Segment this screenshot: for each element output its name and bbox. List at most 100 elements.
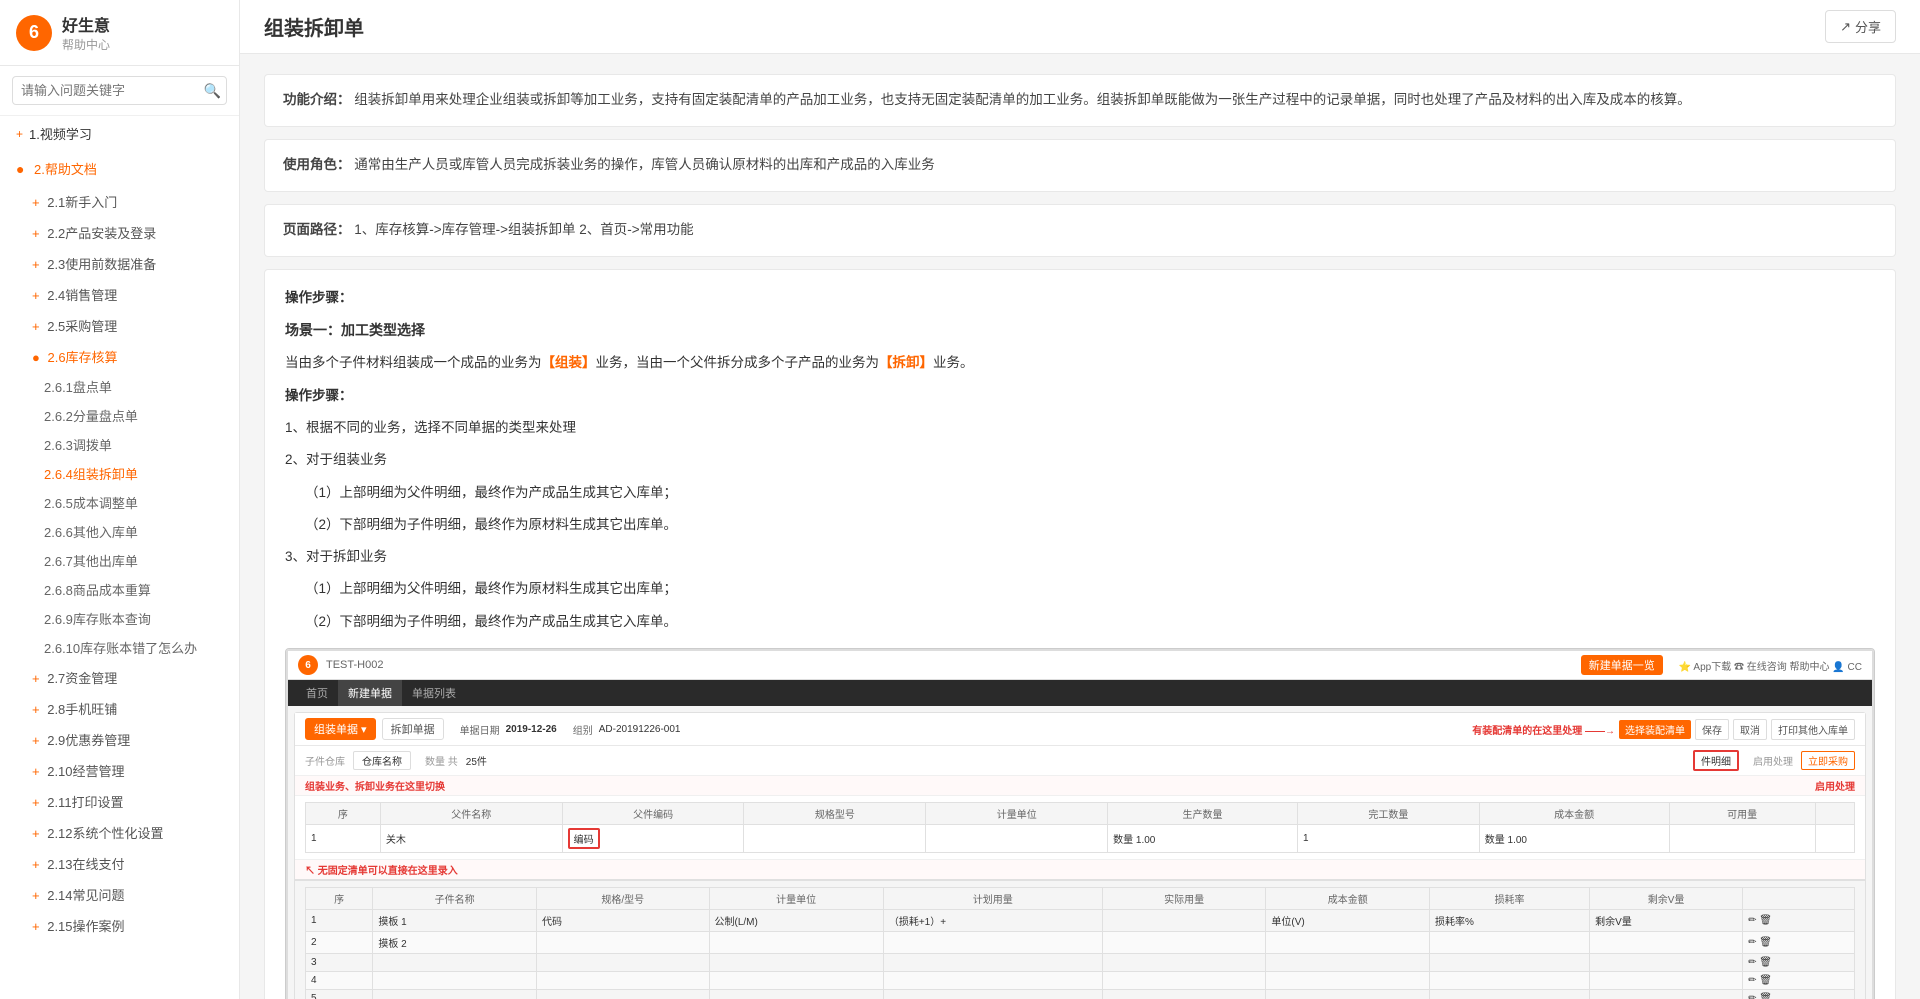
annotation3: 启用处理 [1815, 778, 1855, 793]
sidebar-item-faq[interactable]: + 2.14常见问题 [0, 879, 239, 910]
search-input[interactable] [12, 76, 227, 105]
app-topbar: 6 TEST-H002 新建单据一览 ⭐ App下载 ☎ 在线咨询 帮助中心 👤… [288, 651, 1872, 680]
intro-text: 组装拆卸单用来处理企业组装或拆卸等加工业务，支持有固定装配清单的产品加工业务，也… [354, 92, 1691, 107]
sidebar-item-batch-stocktake[interactable]: 2.6.2分量盘点单 [0, 401, 239, 430]
sidebar-item-other-out[interactable]: 2.6.7其他出库单 [0, 546, 239, 575]
sidebar-item-custom[interactable]: + 2.12系统个性化设置 [0, 817, 239, 848]
sidebar-item-newbie[interactable]: + 2.1新手入门 [0, 186, 239, 217]
nav-new-bill[interactable]: 新建单据 [338, 680, 402, 706]
col-seq2: 序 [306, 888, 373, 910]
assembly-filter-input[interactable]: 件明细 [1693, 750, 1739, 771]
sidebar-item-data-prep[interactable]: + 2.3使用前数据准备 [0, 248, 239, 279]
sidebar-item-inventory[interactable]: ● 2.6库存核算 [0, 341, 239, 372]
search-wrap: 🔍 [12, 76, 227, 105]
annotation2: 组装业务、拆卸业务在这里切换 启用处理 [295, 776, 1865, 796]
sidebar-item-cases[interactable]: + 2.15操作案例 [0, 910, 239, 941]
nav-home[interactable]: 首页 [296, 680, 338, 706]
sidebar-item-other-in[interactable]: 2.6.6其他入库单 [0, 517, 239, 546]
scene1-desc: 当由多个子件材料组装成一个成品的业务为【组装】业务，当由一个父件拆分成多个子产品… [285, 351, 1875, 375]
step3b: （2）下部明细为子件明细，最终作为产成品生成其它入库单。 [285, 610, 1875, 634]
sidebar-item-install[interactable]: + 2.2产品安装及登录 [0, 217, 239, 248]
table-row: 4✏ 🗑 [306, 972, 1855, 990]
plus-icon: + [32, 919, 40, 934]
col-prod-qty: 生产数量 [1108, 803, 1298, 825]
save-btn[interactable]: 保存 [1695, 719, 1729, 740]
nav-bill-list[interactable]: 单据列表 [402, 680, 466, 706]
bill-no-value: AD-20191226-001 [599, 724, 681, 735]
cell-unit [926, 825, 1108, 853]
col-plan-qty: 计划用量 [883, 888, 1102, 910]
step2a: （1）上部明细为父件明细，最终作为产成品生成其它入库单； [285, 481, 1875, 505]
help-center-label: 帮助中心 [62, 36, 110, 53]
annotation4: ↖ 无固定清单可以直接在这里录入 [295, 859, 1865, 879]
table-row: 2 摸板 2 ✏ 🗑 [306, 932, 1855, 954]
sidebar-inventory-children: 2.6.1盘点单 2.6.2分量盘点单 2.6.3调拨单 2.6.4组装拆卸单 … [0, 372, 239, 662]
path-block: 页面路径： 1、库存核算->库存管理->组装拆卸单 2、首页->常用功能 [264, 204, 1896, 257]
app-screenshot: 6 TEST-H002 新建单据一览 ⭐ App下载 ☎ 在线咨询 帮助中心 👤… [286, 649, 1874, 999]
type-btn2[interactable]: 拆卸单据 [382, 718, 444, 740]
col-remain: 剩余V量 [1590, 888, 1743, 910]
share-button[interactable]: ↗ 分享 [1825, 10, 1896, 43]
app-logo-small: 6 [298, 655, 318, 675]
sidebar-item-cost-adj[interactable]: 2.6.5成本调整单 [0, 488, 239, 517]
sidebar-item-docs[interactable]: ● 2.帮助文档 [0, 151, 239, 186]
sidebar-item-cost-recalc[interactable]: 2.6.8商品成本重算 [0, 575, 239, 604]
sidebar-item-coupon[interactable]: + 2.9优惠券管理 [0, 724, 239, 755]
sidebar-item-stock-error[interactable]: 2.6.10库存账本错了怎么办 [0, 633, 239, 662]
cell-avail [1669, 825, 1815, 853]
new-bill-btn[interactable]: 新建单据一览 [1581, 655, 1663, 675]
sidebar-item-assembly[interactable]: 2.6.4组装拆卸单 [0, 459, 239, 488]
sidebar-item-finance[interactable]: + 2.7资金管理 [0, 662, 239, 693]
cancel-btn[interactable]: 取消 [1733, 719, 1767, 740]
intro-block: 功能介绍： 组装拆卸单用来处理企业组装或拆卸等加工业务，支持有固定装配清单的产品… [264, 74, 1896, 127]
path-label: 页面路径： [283, 222, 351, 237]
assembly-type-btn[interactable]: 组装单据 ▾ [305, 718, 376, 740]
sidebar-item-mobile[interactable]: + 2.8手机旺铺 [0, 693, 239, 724]
annotation1-area: 有装配清单的在这里处理 ——→ 选择装配清单 保存 取消 打印其他入库单 [1472, 719, 1855, 740]
sidebar-item-payment[interactable]: + 2.13在线支付 [0, 848, 239, 879]
app-icons: ⭐ App下载 ☎ 在线咨询 帮助中心 👤 CC [1679, 658, 1862, 673]
child-table: 序 子件名称 规格/型号 计量单位 计划用量 实际用量 成本金额 损耗率 剩余V [305, 887, 1855, 999]
search-box: 🔍 [0, 66, 239, 116]
sidebar-item-stocktake[interactable]: 2.6.1盘点单 [0, 372, 239, 401]
plus-icon: + [32, 764, 40, 779]
collapse-icon: ● [16, 161, 28, 177]
col-child-spec: 规格/型号 [536, 888, 709, 910]
warehouse-label: 子件仓库 [305, 753, 345, 768]
plus-icon: + [32, 288, 40, 303]
sidebar-item-videos[interactable]: + 1.视频学习 [0, 116, 239, 151]
plus-icon: + [32, 319, 40, 334]
cell-seq: 1 [306, 825, 381, 853]
sidebar: 6 好生意 帮助中心 🔍 + 1.视频学习 ● 2.帮助文档 + 2.1新手入门 [0, 0, 240, 999]
col-cost: 成本金额 [1479, 803, 1669, 825]
col-parent-code: 父件编码 [562, 803, 744, 825]
plus-icon: + [32, 733, 40, 748]
sidebar-item-purchase[interactable]: + 2.5采购管理 [0, 310, 239, 341]
apply-btn[interactable]: 立即采购 [1801, 751, 1855, 770]
col-parent-name: 父件名称 [380, 803, 562, 825]
process-label: 启用处理 [1753, 753, 1793, 768]
sidebar-item-transfer[interactable]: 2.6.3调拨单 [0, 430, 239, 459]
col-seq: 序 [306, 803, 381, 825]
main-content: 组装拆卸单 ↗ 分享 功能介绍： 组装拆卸单用来处理企业组装或拆卸等加工业务，支… [240, 0, 1920, 999]
sidebar-item-stock-ledger[interactable]: 2.6.9库存账本查询 [0, 604, 239, 633]
print-btn[interactable]: 打印其他入库单 [1771, 719, 1855, 740]
sidebar-item-label: 2.帮助文档 [34, 159, 97, 178]
col-unit: 计量单位 [926, 803, 1108, 825]
col-loss: 损耗率 [1430, 888, 1590, 910]
search-button[interactable]: 🔍 [204, 82, 221, 99]
sidebar-item-print[interactable]: + 2.11打印设置 [0, 786, 239, 817]
expand-icon: + [16, 127, 23, 141]
share-label: 分享 [1855, 17, 1881, 36]
plus-icon: + [32, 826, 40, 841]
sidebar-item-ops[interactable]: + 2.10经营管理 [0, 755, 239, 786]
warehouse-value: 仓库名称 [353, 751, 411, 770]
sidebar-item-sales[interactable]: + 2.4销售管理 [0, 279, 239, 310]
cell-code: 编码 [562, 825, 744, 853]
table-row: 1 摸板 1 代码 公制(L/M) （损耗+1）+ 单位(V) 损耗率% 剩余 [306, 910, 1855, 932]
plus-icon: + [32, 671, 40, 686]
select-bom-btn[interactable]: 选择装配清单 [1619, 720, 1691, 739]
step1: 1、根据不同的业务，选择不同单据的类型来处理 [285, 416, 1875, 440]
col-finish-qty: 完工数量 [1297, 803, 1479, 825]
role-block: 使用角色： 通常由生产人员或库管人员完成拆装业务的操作，库管人员确认原材料的出库… [264, 139, 1896, 192]
